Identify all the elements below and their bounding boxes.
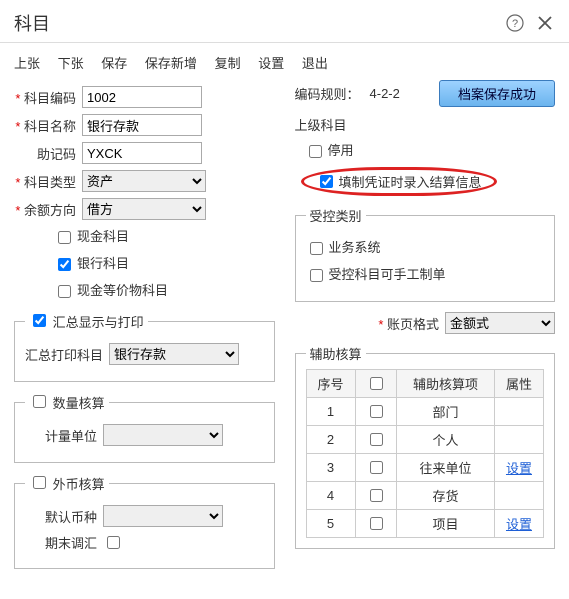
settle-label: 填制凭证时录入结算信息 bbox=[339, 172, 482, 191]
summary-label: 汇总打印科目 bbox=[25, 345, 103, 364]
table-row: 4存货 bbox=[306, 482, 544, 510]
ctrl-fieldset: 受控类别 业务系统 受控科目可手工制单 bbox=[295, 206, 556, 302]
table-row: 1部门 bbox=[306, 398, 544, 426]
type-label: 科目类型 bbox=[14, 172, 76, 191]
aux-row-checkbox[interactable] bbox=[370, 489, 383, 502]
aux-row-checkbox[interactable] bbox=[370, 433, 383, 446]
toolbar-next[interactable]: 下张 bbox=[58, 56, 84, 71]
page-title: 科目 bbox=[14, 10, 495, 36]
rule-value: 4-2-2 bbox=[370, 86, 400, 101]
table-row: 2个人 bbox=[306, 426, 544, 454]
summary-fieldset: 汇总显示与打印 汇总打印科目银行存款 bbox=[14, 311, 275, 382]
summary-select[interactable]: 银行存款 bbox=[109, 343, 239, 365]
toolbar-prev[interactable]: 上张 bbox=[14, 56, 40, 71]
toolbar-settings[interactable]: 设置 bbox=[258, 56, 284, 71]
bank-label: 银行科目 bbox=[77, 256, 129, 271]
table-row: 3往来单位设置 bbox=[306, 454, 544, 482]
qty-fieldset: 数量核算 计量单位 bbox=[14, 392, 275, 463]
fx-fieldset: 外币核算 默认币种 期末调汇 bbox=[14, 473, 275, 569]
bank-checkbox[interactable] bbox=[58, 258, 71, 271]
qty-select[interactable] bbox=[103, 424, 223, 446]
toolbar-exit[interactable]: 退出 bbox=[302, 56, 328, 71]
code-input[interactable] bbox=[82, 86, 202, 108]
parent-label: 上级科目 bbox=[295, 115, 347, 134]
toolbar-save[interactable]: 保存 bbox=[101, 56, 127, 71]
aux-setup-link[interactable]: 设置 bbox=[506, 461, 532, 476]
fmt-label: 账页格式 bbox=[378, 314, 439, 333]
aux-row-checkbox[interactable] bbox=[370, 461, 383, 474]
rule-label: 编码规则： bbox=[295, 84, 360, 103]
memo-label: 助记码 bbox=[14, 144, 76, 163]
fxadj-checkbox[interactable] bbox=[107, 536, 120, 549]
settle-highlight: 填制凭证时录入结算信息 bbox=[301, 167, 497, 196]
table-row: 5项目设置 bbox=[306, 510, 544, 538]
name-input[interactable] bbox=[82, 114, 202, 136]
cash-label: 现金科目 bbox=[77, 229, 129, 244]
manual-label: 受控科目可手工制单 bbox=[329, 267, 446, 282]
close-icon[interactable] bbox=[535, 13, 555, 33]
qty-label: 计量单位 bbox=[45, 426, 97, 445]
stop-label: 停用 bbox=[328, 143, 354, 158]
equiv-label: 现金等价物科目 bbox=[77, 283, 168, 298]
fx-select[interactable] bbox=[103, 505, 223, 527]
aux-check-all[interactable] bbox=[370, 377, 383, 390]
fx-checkbox[interactable] bbox=[33, 476, 46, 489]
stop-checkbox[interactable] bbox=[309, 145, 322, 158]
aux-table: 序号 辅助核算项 属性 1部门2个人3往来单位设置4存货5项目设置 bbox=[306, 369, 545, 538]
fxadj-label: 期末调汇 bbox=[45, 533, 97, 552]
manual-checkbox[interactable] bbox=[310, 269, 323, 282]
aux-fieldset: 辅助核算 序号 辅助核算项 属性 1部门2个人3往来单位设置4存货5项目设置 bbox=[295, 344, 556, 549]
aux-row-checkbox[interactable] bbox=[370, 405, 383, 418]
toolbar-copy[interactable]: 复制 bbox=[215, 56, 241, 71]
dir-select[interactable]: 借方 bbox=[82, 198, 206, 220]
toolbar: 上张 下张 保存 保存新增 复制 设置 退出 bbox=[0, 43, 569, 80]
equiv-checkbox[interactable] bbox=[58, 285, 71, 298]
name-label: 科目名称 bbox=[14, 116, 76, 135]
toolbar-save-new[interactable]: 保存新增 bbox=[145, 56, 197, 71]
fx-label: 默认币种 bbox=[45, 507, 97, 526]
qty-checkbox[interactable] bbox=[33, 395, 46, 408]
save-success-button[interactable]: 档案保存成功 bbox=[439, 80, 555, 107]
biz-label: 业务系统 bbox=[329, 240, 381, 255]
cash-checkbox[interactable] bbox=[58, 231, 71, 244]
summary-checkbox[interactable] bbox=[33, 314, 46, 327]
help-icon[interactable]: ? bbox=[505, 13, 525, 33]
aux-row-checkbox[interactable] bbox=[370, 517, 383, 530]
fmt-select[interactable]: 金额式 bbox=[445, 312, 555, 334]
memo-input[interactable] bbox=[82, 142, 202, 164]
biz-checkbox[interactable] bbox=[310, 242, 323, 255]
dir-label: 余额方向 bbox=[14, 200, 76, 219]
type-select[interactable]: 资产 bbox=[82, 170, 206, 192]
svg-text:?: ? bbox=[512, 18, 518, 30]
aux-setup-link[interactable]: 设置 bbox=[506, 517, 532, 532]
code-label: 科目编码 bbox=[14, 88, 76, 107]
settle-checkbox[interactable] bbox=[320, 175, 333, 188]
